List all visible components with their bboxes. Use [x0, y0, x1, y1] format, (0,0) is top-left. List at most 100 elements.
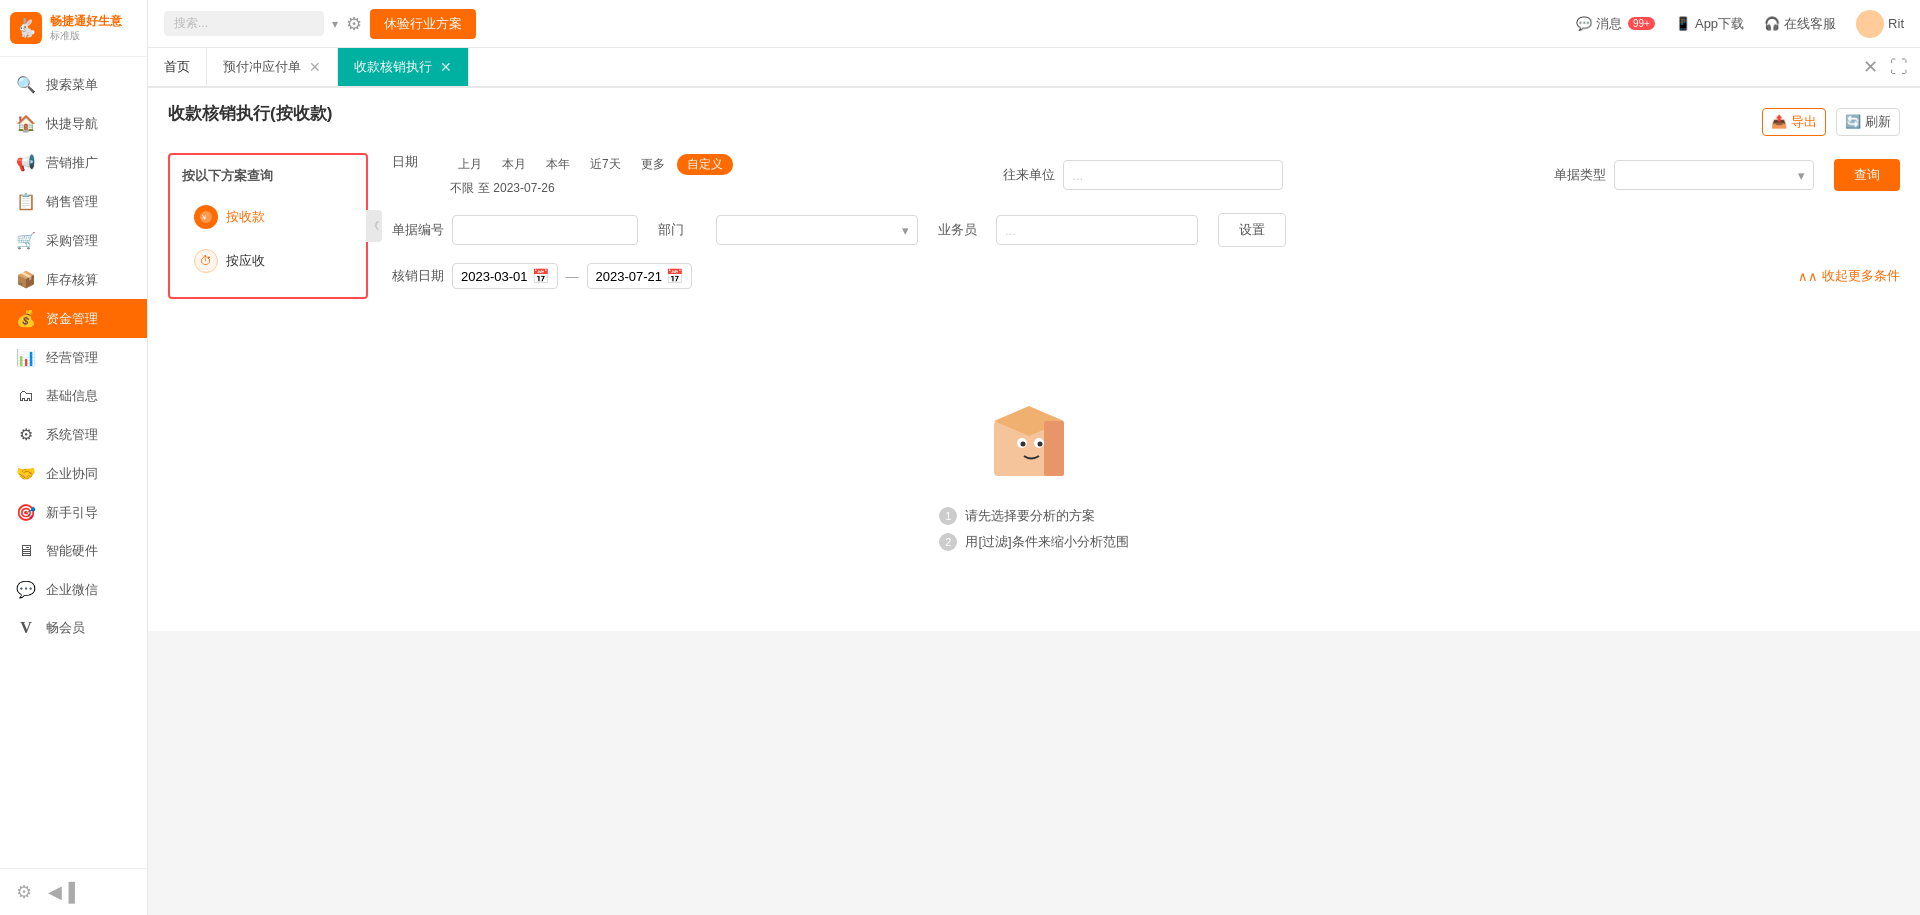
calendar-start-icon: 📅 [532, 268, 549, 284]
export-button[interactable]: 📤 导出 [1762, 108, 1826, 136]
app-logo-icon: 🐇 [10, 12, 42, 44]
sidebar-item-finance[interactable]: 💰 资金管理 [0, 299, 147, 338]
sidebar-item-basic-info[interactable]: 🗂 基础信息 [0, 377, 147, 415]
sidebar-item-sales[interactable]: 📋 销售管理 [0, 182, 147, 221]
sidebar-item-guide[interactable]: 🎯 新手引导 [0, 493, 147, 532]
filter-option-by-collection[interactable]: ¥ 按收款 [182, 197, 354, 237]
by-receivable-icon: ⏱ [194, 249, 218, 273]
date-opt-custom[interactable]: 自定义 [677, 154, 733, 175]
department-select[interactable]: ▾ [716, 215, 918, 245]
sidebar-item-operations[interactable]: 📊 经营管理 [0, 338, 147, 377]
filter-panel-title: 按以下方案查询 [182, 167, 354, 185]
date-opt-last-month[interactable]: 上月 [450, 153, 490, 176]
sidebar-item-purchase[interactable]: 🛒 采购管理 [0, 221, 147, 260]
by-collection-icon: ¥ [194, 205, 218, 229]
collapse-filter-panel-button[interactable]: 《 [366, 210, 382, 242]
sidebar-item-hardware[interactable]: 🖥 智能硬件 [0, 532, 147, 570]
bill-type-label: 单据类型 [1554, 166, 1606, 184]
sidebar-item-label: 基础信息 [46, 387, 98, 405]
collapse-more-icon: ∧∧ [1798, 269, 1818, 284]
online-service-item[interactable]: 🎧 在线客服 [1764, 15, 1836, 33]
sidebar-item-label: 经营管理 [46, 349, 98, 367]
settings-footer-icon[interactable]: ⚙ [16, 881, 32, 903]
filter-row-1: 日期 上月 本月 本年 近7天 更多 自定义 [392, 153, 1900, 197]
purchase-icon: 🛒 [16, 231, 36, 250]
message-badge: 99+ [1628, 17, 1655, 30]
date-to-label: 至 2023-07-26 [478, 180, 555, 197]
bill-number-input[interactable] [452, 215, 638, 245]
date-opt-this-year[interactable]: 本年 [538, 153, 578, 176]
query-button[interactable]: 查询 [1834, 159, 1900, 191]
tab-home-label: 首页 [164, 58, 190, 76]
collapse-more-label: 收起更多条件 [1822, 267, 1900, 285]
industry-solution-button[interactable]: 休验行业方案 [370, 9, 476, 39]
sidebar-item-search-menu[interactable]: 🔍 搜索菜单 [0, 65, 147, 104]
sidebar-item-wechat[interactable]: 💬 企业微信 [0, 570, 147, 609]
date-options: 上月 本月 本年 近7天 更多 自定义 [450, 153, 733, 176]
sidebar-item-member[interactable]: V 畅会员 [0, 609, 147, 647]
user-name: Rit [1888, 16, 1904, 31]
dropdown-arrow-icon: ▾ [332, 17, 338, 31]
bill-type-select[interactable]: ▾ [1614, 160, 1814, 190]
verify-date-start[interactable]: 2023-03-01 📅 [452, 263, 558, 289]
date-label: 日期 [392, 153, 442, 171]
hint-1-text: 请先选择要分析的方案 [965, 507, 1095, 525]
guide-icon: 🎯 [16, 503, 36, 522]
basic-info-icon: 🗂 [16, 387, 36, 405]
settings-button[interactable]: 设置 [1218, 213, 1286, 247]
topbar-settings-icon[interactable]: ⚙ [346, 13, 362, 35]
sidebar-item-inventory[interactable]: 📦 库存核算 [0, 260, 147, 299]
verify-date-group: 核销日期 2023-03-01 📅 — 2023-07-21 📅 [392, 263, 692, 289]
collapse-icon: 《 [369, 219, 379, 233]
app-download-item[interactable]: 📱 App下载 [1675, 15, 1744, 33]
refresh-button[interactable]: 🔄 刷新 [1836, 108, 1900, 136]
sidebar-footer: ⚙ ◀▐ [0, 868, 147, 915]
by-receivable-label: 按应收 [226, 252, 265, 270]
verify-date-end[interactable]: 2023-07-21 📅 [587, 263, 693, 289]
date-opt-this-month[interactable]: 本月 [494, 153, 534, 176]
member-icon: V [16, 619, 36, 637]
tab-expand-icon[interactable]: ⛶ [1890, 57, 1908, 78]
topbar-right: 💬 消息 99+ 📱 App下载 🎧 在线客服 Rit [1576, 10, 1904, 38]
sidebar-item-marketing[interactable]: 📢 营销推广 [0, 143, 147, 182]
quick-nav-icon: 🏠 [16, 114, 36, 133]
sidebar-item-label: 营销推广 [46, 154, 98, 172]
bill-number-label: 单据编号 [392, 221, 444, 239]
counterparty-label: 往来单位 [1003, 166, 1055, 184]
tab-prepay[interactable]: 预付冲应付单 ✕ [207, 48, 338, 86]
hint-2-text: 用[过滤]条件来缩小分析范围 [965, 533, 1128, 551]
empty-text-container: 1 请先选择要分析的方案 2 用[过滤]条件来缩小分析范围 [939, 507, 1128, 551]
svg-text:¥: ¥ [201, 213, 207, 222]
message-icon: 💬 [1576, 16, 1592, 31]
filter-option-by-receivable[interactable]: ⏱ 按应收 [182, 241, 354, 281]
tab-collection-close-icon[interactable]: ✕ [440, 60, 452, 74]
tab-prepay-close-icon[interactable]: ✕ [309, 60, 321, 74]
date-opt-more[interactable]: 更多 [633, 153, 673, 176]
bill-type-dropdown-icon: ▾ [1798, 168, 1805, 183]
tab-close-all-icon[interactable]: ✕ [1863, 56, 1878, 78]
sidebar-item-quick-nav[interactable]: 🏠 快捷导航 [0, 104, 147, 143]
sidebar-item-label: 资金管理 [46, 310, 98, 328]
app-name: 畅捷通好生意 标准版 [50, 13, 122, 44]
finance-icon: 💰 [16, 309, 36, 328]
message-icon-item[interactable]: 💬 消息 99+ [1576, 15, 1655, 33]
app-download-icon: 📱 [1675, 16, 1691, 31]
salesperson-label: 业务员 [938, 221, 988, 239]
collapse-sidebar-icon[interactable]: ◀▐ [48, 881, 75, 903]
hint-1-number: 1 [939, 507, 957, 525]
sidebar-item-system[interactable]: ⚙ 系统管理 [0, 415, 147, 454]
svg-rect-4 [1044, 421, 1064, 476]
collapse-more-button[interactable]: ∧∧ 收起更多条件 [1798, 267, 1900, 285]
tab-collection[interactable]: 收款核销执行 ✕ [338, 48, 469, 86]
date-opt-7days[interactable]: 近7天 [582, 153, 629, 176]
marketing-icon: 📢 [16, 153, 36, 172]
sidebar-item-label: 搜索菜单 [46, 76, 98, 94]
topbar-left: 搜索... ▾ ⚙ 休验行业方案 [164, 9, 1560, 39]
hardware-icon: 🖥 [16, 542, 36, 560]
date-range-separator: — [566, 269, 579, 284]
sidebar-item-enterprise[interactable]: 🤝 企业协同 [0, 454, 147, 493]
sidebar-item-label: 采购管理 [46, 232, 98, 250]
svg-point-7 [1021, 442, 1026, 447]
tab-home[interactable]: 首页 [148, 48, 207, 86]
user-profile-item[interactable]: Rit [1856, 10, 1904, 38]
